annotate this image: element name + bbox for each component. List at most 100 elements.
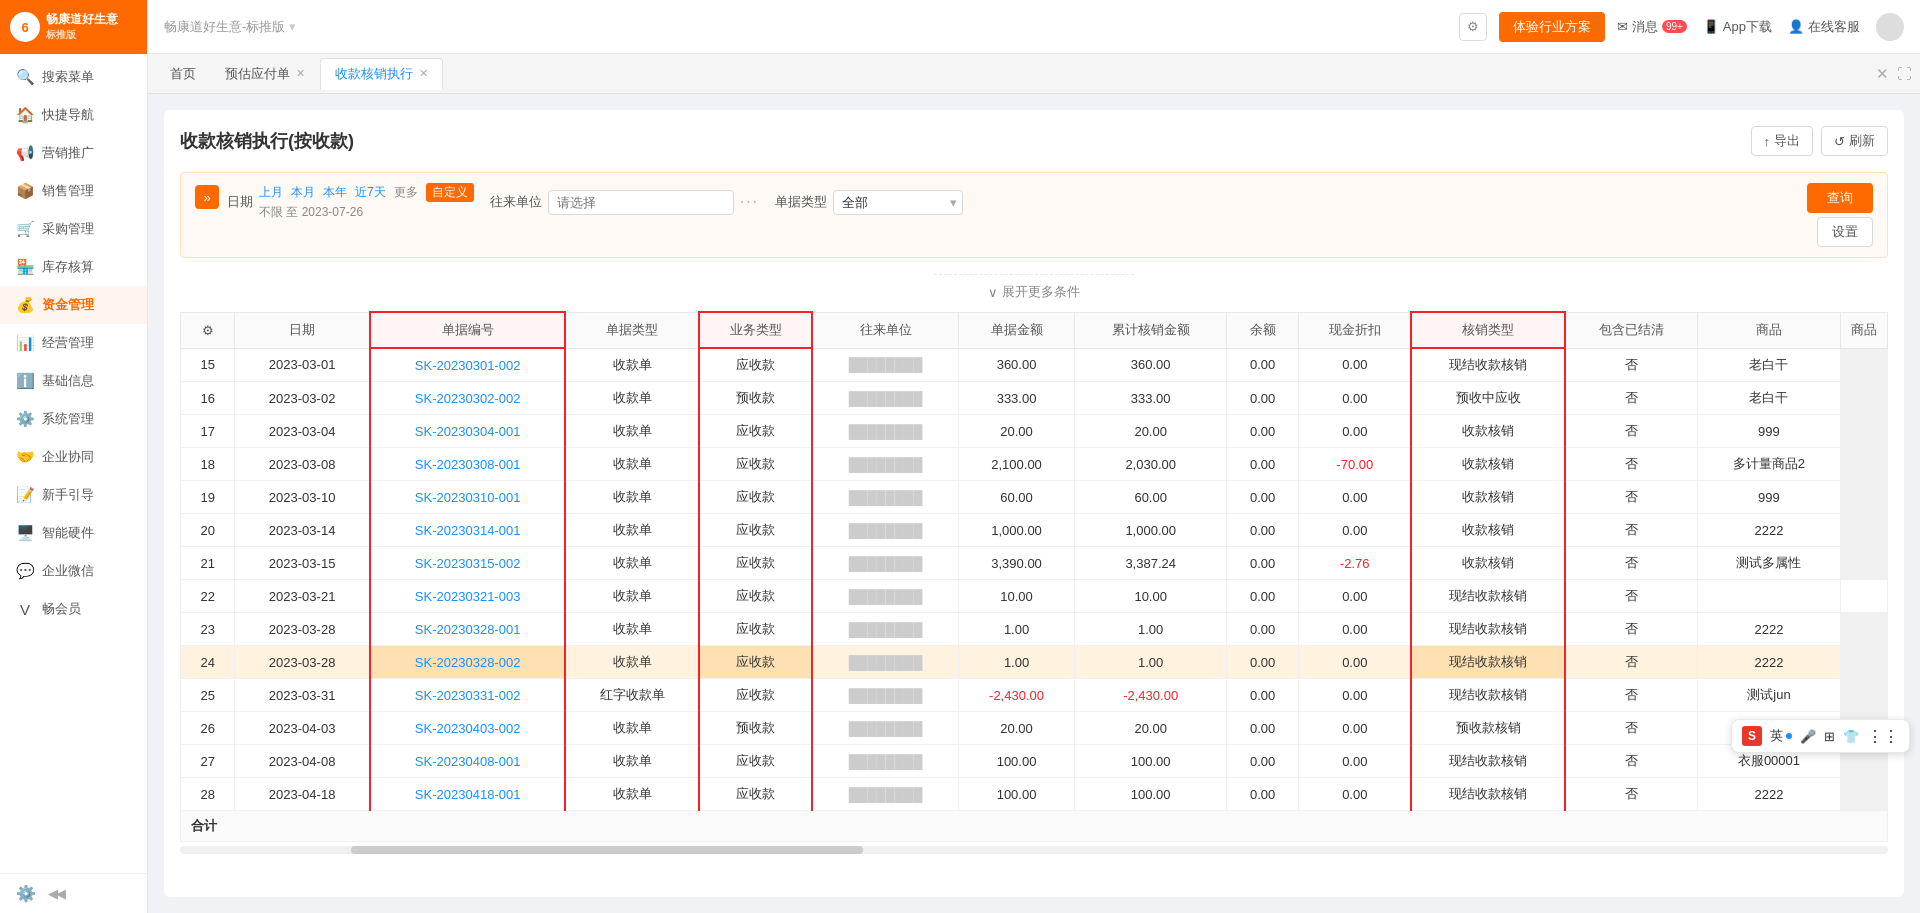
refresh-button[interactable]: ↺ 刷新	[1821, 126, 1888, 156]
col-partner[interactable]: 往来单位	[812, 312, 958, 348]
cell-amount: 60.00	[958, 481, 1074, 514]
row-number: 27	[181, 745, 235, 778]
user-avatar[interactable]	[1876, 13, 1904, 41]
filter-toggle-button[interactable]: »	[195, 185, 219, 209]
cell-bill-type: 收款单	[565, 481, 698, 514]
date-last-month[interactable]: 上月	[259, 184, 283, 201]
cell-bill-no[interactable]: SK-20230301-002	[370, 348, 566, 382]
sidebar-item-purchase[interactable]: 🛒 采购管理	[0, 210, 147, 248]
cell-bill-no[interactable]: SK-20230321-003	[370, 580, 566, 613]
partner-input[interactable]	[548, 190, 734, 215]
collapse-icon[interactable]: ◀◀	[48, 886, 64, 901]
export-button[interactable]: ↑ 导出	[1751, 126, 1814, 156]
query-button[interactable]: 查询	[1807, 183, 1873, 213]
cell-include-settled: 否	[1565, 646, 1698, 679]
col-goods[interactable]: 商品	[1697, 312, 1840, 348]
tab-maximize-icon[interactable]: ⛶	[1897, 65, 1912, 82]
date-this-month[interactable]: 本月	[291, 184, 315, 201]
date-7days[interactable]: 近7天	[355, 184, 386, 201]
cell-date: 2023-03-10	[235, 481, 370, 514]
col-verify-type[interactable]: 核销类型	[1411, 312, 1564, 348]
col-bill-no[interactable]: 单据编号	[370, 312, 566, 348]
bill-type-select[interactable]: 全部 收款单 红字收款单	[833, 190, 963, 215]
tab-home[interactable]: 首页	[156, 58, 210, 90]
cell-bill-no[interactable]: SK-20230304-001	[370, 415, 566, 448]
grid-button[interactable]: ⊞	[1824, 729, 1835, 744]
cell-bill-no[interactable]: SK-20230418-001	[370, 778, 566, 811]
sidebar-item-system[interactable]: ⚙️ 系统管理	[0, 400, 147, 438]
cell-bill-no[interactable]: SK-20230310-001	[370, 481, 566, 514]
cell-bill-no[interactable]: SK-20230315-002	[370, 547, 566, 580]
cell-bill-no[interactable]: SK-20230328-001	[370, 613, 566, 646]
cell-bill-no[interactable]: SK-20230408-001	[370, 745, 566, 778]
sidebar-item-basic[interactable]: ℹ️ 基础信息	[0, 362, 147, 400]
sidebar-item-quick[interactable]: 🏠 快捷导航	[0, 96, 147, 134]
col-balance[interactable]: 余额	[1227, 312, 1299, 348]
col-verified[interactable]: 累计核销金额	[1075, 312, 1227, 348]
sidebar-item-finance[interactable]: 💰 资金管理	[0, 286, 147, 324]
col-gear[interactable]: ⚙	[181, 312, 235, 348]
date-custom-button[interactable]: 自定义	[426, 183, 474, 202]
col-amount[interactable]: 单据金额	[958, 312, 1074, 348]
sidebar-item-wechat[interactable]: 💬 企业微信	[0, 552, 147, 590]
s-input-button[interactable]: S	[1742, 726, 1762, 746]
sidebar-item-label: 企业微信	[42, 562, 94, 580]
topbar-gear-button[interactable]: ⚙	[1459, 13, 1487, 41]
app-download-button[interactable]: 📱 App下载	[1703, 18, 1772, 36]
filter-settings-button[interactable]: 设置	[1817, 217, 1873, 247]
english-input-button[interactable]: 英	[1770, 727, 1792, 745]
cell-partner: ████████	[812, 348, 958, 382]
sidebar-item-guide[interactable]: 📝 新手引导	[0, 476, 147, 514]
shirt-button[interactable]: 👕	[1843, 729, 1859, 744]
tab-close-collection[interactable]: ✕	[419, 68, 428, 79]
cell-verify-type: 现结收款核销	[1411, 580, 1564, 613]
sidebar-item-corp[interactable]: 🤝 企业协同	[0, 438, 147, 476]
messages-button[interactable]: ✉ 消息 99+	[1617, 18, 1687, 36]
row-number: 23	[181, 613, 235, 646]
horizontal-scrollbar[interactable]	[180, 846, 1888, 854]
service-icon: 👤	[1788, 19, 1804, 34]
tab-collection[interactable]: 收款核销执行 ✕	[320, 58, 443, 90]
col-bill-type[interactable]: 单据类型	[565, 312, 698, 348]
mic-button[interactable]: 🎤	[1800, 729, 1816, 744]
sidebar-item-marketing[interactable]: 📢 营销推广	[0, 134, 147, 172]
tab-close-prepay[interactable]: ✕	[296, 68, 305, 79]
scrollbar-thumb[interactable]	[351, 846, 863, 854]
sidebar-item-hardware[interactable]: 🖥️ 智能硬件	[0, 514, 147, 552]
sidebar-item-search[interactable]: 🔍 搜索菜单	[0, 58, 147, 96]
row-number: 24	[181, 646, 235, 679]
table-row: 222023-03-21SK-20230321-003收款单应收款███████…	[181, 580, 1888, 613]
online-service-button[interactable]: 👤 在线客服	[1788, 18, 1860, 36]
footer-label: 合计	[191, 818, 217, 833]
sidebar-item-sales[interactable]: 📦 销售管理	[0, 172, 147, 210]
cell-bill-no[interactable]: SK-20230314-001	[370, 514, 566, 547]
cell-bill-no[interactable]: SK-20230403-002	[370, 712, 566, 745]
date-more[interactable]: 更多	[394, 184, 418, 201]
tab-close-all-icon[interactable]: ✕	[1876, 65, 1889, 83]
sidebar-item-member[interactable]: V 畅会员	[0, 590, 147, 628]
cell-goods: 多计量商品2	[1697, 448, 1840, 481]
col-goods2[interactable]: 商品	[1841, 312, 1888, 348]
cell-bill-no[interactable]: SK-20230328-002	[370, 646, 566, 679]
filter-fields: 日期 上月 本月 本年 近7天 更多 自定义 不限 至 2023-07-26	[227, 183, 1799, 221]
col-discount[interactable]: 现金折扣	[1299, 312, 1412, 348]
apps-button[interactable]: ⋮⋮	[1867, 727, 1899, 746]
sidebar-item-inventory[interactable]: 🏪 库存核算	[0, 248, 147, 286]
sidebar-item-operation[interactable]: 📊 经营管理	[0, 324, 147, 362]
cell-bill-type: 收款单	[565, 745, 698, 778]
settings-bottom-icon[interactable]: ⚙️	[16, 884, 36, 903]
cell-bill-no[interactable]: SK-20230302-002	[370, 382, 566, 415]
tab-pre-pay[interactable]: 预估应付单 ✕	[210, 58, 320, 90]
sidebar-item-label: 新手引导	[42, 486, 94, 504]
expand-filter-button[interactable]: ∨ 展开更多条件	[934, 274, 1134, 301]
industry-solution-button[interactable]: 体验行业方案	[1499, 12, 1605, 42]
col-biz-type[interactable]: 业务类型	[699, 312, 812, 348]
cell-verify-type: 收款核销	[1411, 514, 1564, 547]
cell-bill-no[interactable]: SK-20230331-002	[370, 679, 566, 712]
cell-bill-no[interactable]: SK-20230308-001	[370, 448, 566, 481]
partner-dots-button[interactable]: ···	[740, 193, 759, 211]
col-include-settled[interactable]: 包含已结清	[1565, 312, 1698, 348]
col-date[interactable]: 日期	[235, 312, 370, 348]
sidebar-item-label: 营销推广	[42, 144, 94, 162]
date-this-year[interactable]: 本年	[323, 184, 347, 201]
